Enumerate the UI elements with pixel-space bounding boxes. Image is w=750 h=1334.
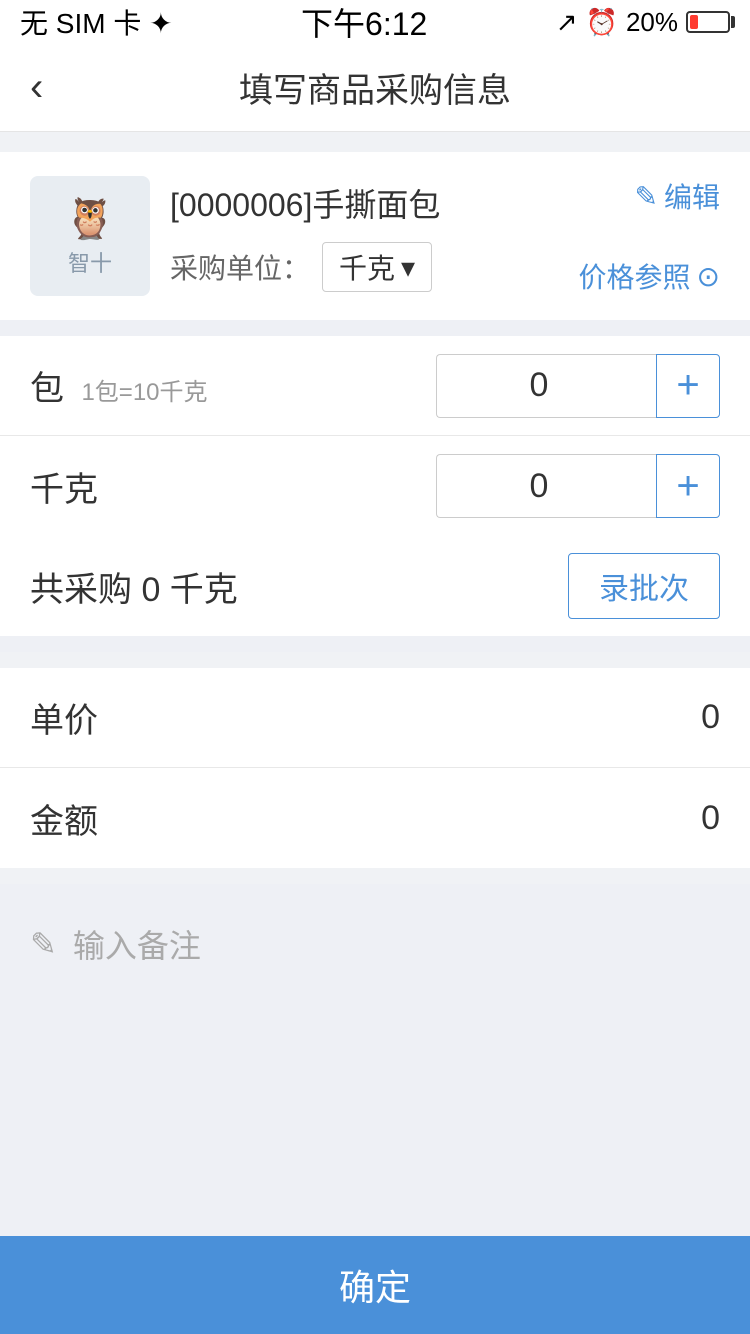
product-image: 🦉 智十 [30,176,150,296]
edit-icon: ✎ [635,180,658,213]
amount-label: 金额 [30,794,98,843]
kg-label: 千克 [30,462,436,511]
amount-row: 金额 0 [0,768,750,868]
edit-label: 编辑 [664,176,720,216]
edit-button[interactable]: ✎ 编辑 [635,176,720,216]
product-card: 🦉 智十 [0000006]手撕面包 采购单位： 千克 ▾ ✎ 编辑 价格参照 … [0,152,750,320]
unit-price-row: 单价 0 [0,668,750,768]
kg-input-row: 千克 + [0,436,750,536]
price-ref-button[interactable]: 价格参照 ⊙ [579,256,720,296]
status-time: 下午6:12 [301,0,427,45]
location-icon: ↗ [556,7,578,38]
summary-text: 共采购 0 千克 [30,562,238,611]
confirm-button[interactable]: 确定 [0,1236,750,1334]
pencil-icon: ✎ [30,925,57,963]
status-bar: 无 SIM 卡 ✦ 下午6:12 ↗ ⏰ 20% [0,0,750,44]
battery-percent: 20% [626,7,678,38]
kg-qty-wrap: + [436,454,720,518]
kg-plus-button[interactable]: + [656,454,720,518]
alarm-icon: ⏰ [586,7,618,38]
unit-select[interactable]: 千克 ▾ [322,242,432,292]
price-section: 单价 0 金额 0 [0,668,750,868]
divider-1 [0,320,750,336]
battery-icon [686,11,730,33]
sim-label: 无 SIM 卡 ✦ [20,2,173,42]
bag-label: 包 [30,370,64,408]
amount-value: 0 [701,799,720,838]
unit-price-value: 0 [701,698,720,737]
unit-price-label: 单价 [30,693,98,742]
note-section[interactable]: ✎ 输入备注 [0,884,750,1004]
batch-button[interactable]: 录批次 [568,553,720,619]
product-logo-icon: 🦉 [65,195,115,242]
unit-value: 千克 [339,247,395,287]
page-title: 填写商品采购信息 [239,63,511,112]
bag-label-wrap: 包 1包=10千克 [30,361,436,410]
kg-quantity-input[interactable] [436,454,656,518]
status-right: ↗ ⏰ 20% [556,7,730,38]
unit-label: 采购单位： [170,247,310,287]
status-left: 无 SIM 卡 ✦ [20,2,173,42]
nav-bar: ‹ 填写商品采购信息 [0,44,750,132]
summary-row: 共采购 0 千克 录批次 [0,536,750,636]
bag-qty-wrap: + [436,354,720,418]
back-button[interactable]: ‹ [30,65,43,110]
bag-input-row: 包 1包=10千克 + [0,336,750,436]
bag-sublabel: 1包=10千克 [81,379,207,406]
note-placeholder: 输入备注 [73,921,201,967]
dropdown-icon: ▾ [401,251,415,284]
help-icon: ⊙ [697,260,720,293]
bag-plus-button[interactable]: + [656,354,720,418]
brand-text: 智十 [68,246,112,278]
divider-2 [0,636,750,652]
input-section: 包 1包=10千克 + 千克 + [0,336,750,536]
bag-quantity-input[interactable] [436,354,656,418]
price-ref-label: 价格参照 [579,256,691,296]
